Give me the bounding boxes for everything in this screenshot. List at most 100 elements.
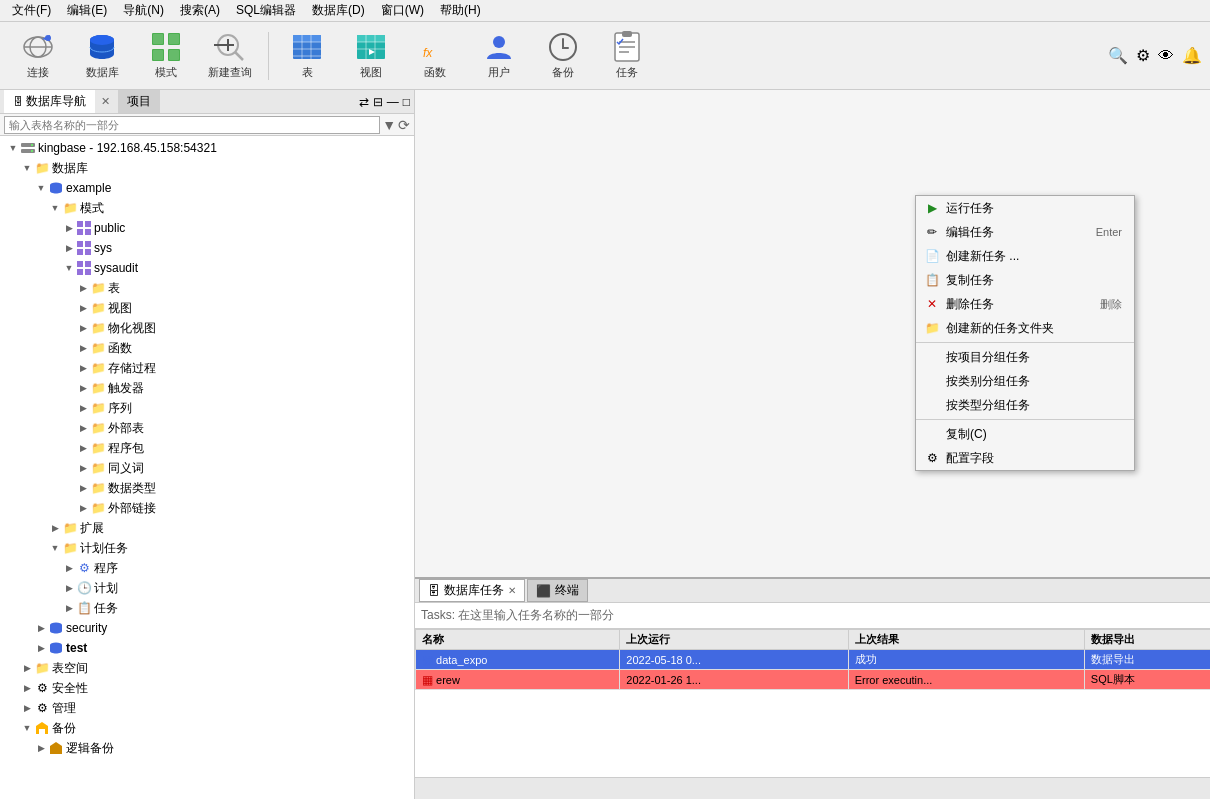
db-tasks-tab-close[interactable]: ✕ [508,585,516,596]
tree-toggle-sysaudit[interactable]: ▼ [62,263,76,273]
task-row-data-expo[interactable]: ▦ data_expo 2022-05-18 0... 成功 数据导出 Gene… [416,650,1211,670]
filter-icon[interactable]: ▼ [382,117,396,133]
menu-file[interactable]: 文件(F) [4,0,59,21]
toolbar-table[interactable]: 表 [277,27,337,85]
menu-database[interactable]: 数据库(D) [304,0,373,21]
tree-node-exttable-folder[interactable]: ▶ 📁 外部表 [2,418,412,438]
tree-node-sys[interactable]: ▶ sys [2,238,412,258]
tree-toggle-datatype-folder[interactable]: ▶ [76,483,90,493]
tree-toggle-seq-folder[interactable]: ▶ [76,403,90,413]
ctx-copy-c[interactable]: 复制(C) [916,422,1134,446]
panel-tab-projects[interactable]: 项目 [118,90,160,113]
eye-icon[interactable]: 👁 [1158,47,1174,65]
toolbar-schema[interactable]: 模式 [136,27,196,85]
tree-toggle-exttable-folder[interactable]: ▶ [76,423,90,433]
tree-toggle-tablespace[interactable]: ▶ [20,663,34,673]
menu-window[interactable]: 窗口(W) [373,0,432,21]
tree-node-synonym-folder[interactable]: ▶ 📁 同义词 [2,458,412,478]
table-search-input[interactable] [4,116,380,134]
tree-node-backup[interactable]: ▼ 备份 [2,718,412,738]
tree-toggle-sys[interactable]: ▶ [62,243,76,253]
tree-container[interactable]: ▼ kingbase - 192.168.45.158:54321 ▼ 📁 数据… [0,136,414,799]
toolbar-function[interactable]: fx 函数 [405,27,465,85]
tree-toggle-func-folder[interactable]: ▶ [76,343,90,353]
panel-btn-maximize[interactable]: □ [403,95,410,109]
tree-node-plan[interactable]: ▶ 🕒 计划 [2,578,412,598]
menu-nav[interactable]: 导航(N) [115,0,172,21]
tree-node-test-db[interactable]: ▶ test [2,638,412,658]
ctx-copy-task[interactable]: 📋 复制任务 [916,268,1134,292]
tree-toggle-pkg-folder[interactable]: ▶ [76,443,90,453]
tree-node-root[interactable]: ▼ kingbase - 192.168.45.158:54321 [2,138,412,158]
tree-node-func-folder[interactable]: ▶ 📁 函数 [2,338,412,358]
tree-toggle-table-folder[interactable]: ▶ [76,283,90,293]
tree-toggle-logical-backup[interactable]: ▶ [34,743,48,753]
tree-toggle-mview-folder[interactable]: ▶ [76,323,90,333]
ctx-config-fields[interactable]: ⚙ 配置字段 [916,446,1134,470]
bell-icon[interactable]: 🔔 [1182,46,1202,65]
tree-toggle-view-folder[interactable]: ▶ [76,303,90,313]
tree-node-example[interactable]: ▼ example [2,178,412,198]
menu-search[interactable]: 搜索(A) [172,0,228,21]
panel-btn-1[interactable]: ⇄ [359,95,369,109]
tree-node-manage[interactable]: ▶ ⚙ 管理 [2,698,412,718]
tree-toggle-root[interactable]: ▼ [6,143,20,153]
panel-btn-2[interactable]: ⊟ [373,95,383,109]
tree-toggle-example[interactable]: ▼ [34,183,48,193]
tree-toggle-test-db[interactable]: ▶ [34,643,48,653]
ctx-run-task[interactable]: ▶ 运行任务 [916,196,1134,220]
tree-node-datatype-folder[interactable]: ▶ 📁 数据类型 [2,478,412,498]
tab-db-tasks[interactable]: 🗄 数据库任务 ✕ [419,579,525,602]
menu-edit[interactable]: 编辑(E) [59,0,115,21]
search-icon[interactable]: 🔍 [1108,46,1128,65]
tree-toggle-trigger-folder[interactable]: ▶ [76,383,90,393]
tree-node-mview-folder[interactable]: ▶ 📁 物化视图 [2,318,412,338]
tree-toggle-public[interactable]: ▶ [62,223,76,233]
toolbar-task[interactable]: 任务 [597,27,657,85]
tree-node-table-folder[interactable]: ▶ 📁 表 [2,278,412,298]
tree-toggle-scheduled[interactable]: ▼ [48,543,62,553]
tree-node-logical-backup[interactable]: ▶ 逻辑备份 [2,738,412,758]
tab-terminal[interactable]: ⬛ 终端 [527,579,588,602]
ctx-new-folder[interactable]: 📁 创建新的任务文件夹 [916,316,1134,340]
menu-help[interactable]: 帮助(H) [432,0,489,21]
tree-toggle-task[interactable]: ▶ [62,603,76,613]
ctx-group-by-category[interactable]: 按类别分组任务 [916,369,1134,393]
ctx-delete-task[interactable]: ✕ 删除任务 删除 [916,292,1134,316]
toolbar-new-query[interactable]: 新建查询 [200,27,260,85]
tree-node-security2[interactable]: ▶ ⚙ 安全性 [2,678,412,698]
tree-toggle-extend[interactable]: ▶ [48,523,62,533]
tree-node-trigger-folder[interactable]: ▶ 📁 触发器 [2,378,412,398]
tree-node-extconn-folder[interactable]: ▶ 📁 外部链接 [2,498,412,518]
tree-node-view-folder[interactable]: ▶ 📁 视图 [2,298,412,318]
panel-close-db[interactable]: ✕ [101,95,110,108]
toolbar-view[interactable]: 视图 [341,27,401,85]
tree-toggle-extconn-folder[interactable]: ▶ [76,503,90,513]
toolbar-connect[interactable]: 连接 [8,27,68,85]
panel-tab-db-nav[interactable]: 🗄 数据库导航 [4,90,95,113]
tree-node-seq-folder[interactable]: ▶ 📁 序列 [2,398,412,418]
ctx-edit-task[interactable]: ✏ 编辑任务 Enter [916,220,1134,244]
task-row-erew[interactable]: ▦ erew 2022-01-26 1... Error executin...… [416,670,1211,690]
menu-sql-editor[interactable]: SQL编辑器 [228,0,304,21]
tree-toggle-manage[interactable]: ▶ [20,703,34,713]
tree-toggle-security2[interactable]: ▶ [20,683,34,693]
tree-node-proc-folder[interactable]: ▶ 📁 存储过程 [2,358,412,378]
refresh-icon[interactable]: ⟳ [398,117,410,133]
ctx-new-task[interactable]: 📄 创建新任务 ... [916,244,1134,268]
tree-node-security-db[interactable]: ▶ security [2,618,412,638]
toolbar-backup[interactable]: 备份 [533,27,593,85]
toolbar-user[interactable]: 用户 [469,27,529,85]
tree-toggle-plan[interactable]: ▶ [62,583,76,593]
settings-icon[interactable]: ⚙ [1136,46,1150,65]
tree-toggle-backup[interactable]: ▼ [20,723,34,733]
tree-toggle-schema-folder[interactable]: ▼ [48,203,62,213]
tree-node-tablespace[interactable]: ▶ 📁 表空间 [2,658,412,678]
tree-toggle-synonym-folder[interactable]: ▶ [76,463,90,473]
tree-node-schema-folder[interactable]: ▼ 📁 模式 [2,198,412,218]
tree-node-public[interactable]: ▶ public [2,218,412,238]
tree-toggle-db-folder[interactable]: ▼ [20,163,34,173]
tree-toggle-proc-folder[interactable]: ▶ [76,363,90,373]
panel-btn-3[interactable]: — [387,95,399,109]
tree-node-db-folder[interactable]: ▼ 📁 数据库 [2,158,412,178]
